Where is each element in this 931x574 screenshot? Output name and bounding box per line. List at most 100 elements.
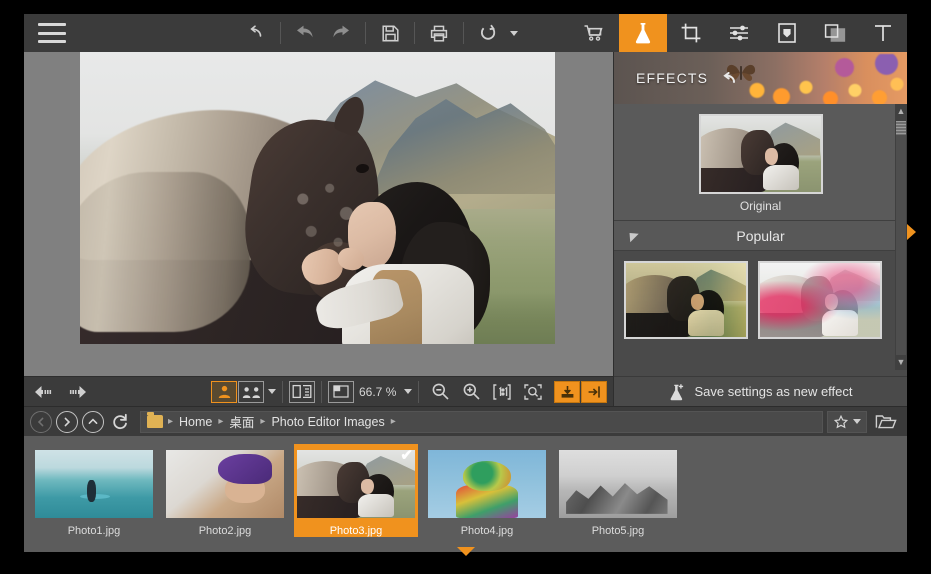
thumbnail-label: Photo4.jpg — [461, 525, 514, 537]
breadcrumb-separator: ▸ — [260, 416, 265, 427]
breadcrumb-separator-trailing: ▸ — [391, 416, 396, 427]
thumbnail-label: Photo2.jpg — [199, 525, 252, 537]
print-icon[interactable] — [422, 18, 456, 48]
original-thumbnail[interactable] — [699, 114, 823, 194]
breadcrumb-item-desktop[interactable]: 桌面 — [226, 412, 257, 431]
effects-scroll-area[interactable]: Original Popular — [614, 104, 907, 376]
tool-overlay[interactable] — [811, 14, 859, 52]
toolbar-divider — [463, 22, 464, 44]
main-photo — [80, 52, 555, 344]
breadcrumb-bar: ▸ Home ▸ 桌面 ▸ Photo Editor Images ▸ — [24, 406, 907, 436]
scrollbar-track[interactable] — [896, 135, 906, 355]
filmstrip: Photo1.jpg Photo2.jpg ✔ Photo3.jpg P — [24, 436, 907, 552]
section-title: Popular — [736, 228, 784, 244]
up-button[interactable] — [82, 411, 104, 433]
scrollbar-thumb[interactable] — [896, 121, 906, 135]
zoom-out-icon[interactable] — [425, 380, 455, 404]
undo-icon[interactable] — [288, 18, 322, 48]
canvas-toolbar: 66.7 % — [24, 376, 613, 406]
filmstrip-collapse-handle[interactable] — [457, 547, 475, 556]
toolbar-divider — [414, 22, 415, 44]
top-toolbar — [24, 14, 907, 52]
thumbnail-image — [166, 450, 284, 518]
canvas-divider — [418, 381, 419, 403]
thumbnail-image — [428, 450, 546, 518]
photo-horse-mane-lower — [80, 172, 250, 332]
toolbar-divider — [280, 22, 281, 44]
folder-icon — [147, 415, 163, 428]
breadcrumb-item-photo-editor-images[interactable]: Photo Editor Images — [268, 415, 387, 429]
toolbar-divider — [365, 22, 366, 44]
prev-image-button[interactable] — [30, 380, 60, 404]
refresh-button[interactable] — [108, 411, 132, 433]
tool-crop[interactable] — [667, 14, 715, 52]
single-view-button[interactable] — [211, 381, 237, 403]
photo-editor-window: 66.7 % — [24, 14, 907, 552]
thumbnail-image — [559, 450, 677, 518]
rotate-dropdown-caret[interactable] — [510, 31, 518, 36]
scroll-up-arrow-icon[interactable]: ▲ — [897, 104, 906, 119]
save-disk-icon[interactable] — [373, 18, 407, 48]
list-item-selected[interactable]: ✔ Photo3.jpg — [294, 444, 418, 537]
tool-effects[interactable] — [619, 14, 667, 52]
favorites-button[interactable] — [827, 411, 867, 433]
list-item[interactable]: Photo4.jpg — [425, 444, 549, 537]
effects-panel-header: EFFECTS — [614, 52, 907, 104]
save-image-button[interactable] — [554, 381, 580, 403]
section-collapse-icon[interactable] — [625, 229, 638, 242]
selected-check-icon: ✔ — [400, 446, 413, 464]
list-item[interactable]: Photo5.jpg — [556, 444, 680, 537]
compare-view-button[interactable] — [238, 381, 264, 403]
effects-section-popular[interactable]: Popular — [614, 221, 907, 251]
next-image-button[interactable] — [61, 380, 91, 404]
export-image-button[interactable] — [581, 381, 607, 403]
thumbnail-image — [35, 450, 153, 518]
reset-icon[interactable] — [239, 18, 273, 48]
actual-size-icon[interactable] — [487, 380, 517, 404]
canvas-divider — [321, 381, 322, 403]
effect-overlay-teal — [626, 263, 746, 337]
original-effect-group: Original — [614, 104, 907, 221]
tool-frame[interactable] — [763, 14, 811, 52]
open-folder-button[interactable] — [871, 411, 901, 433]
thumbnail-label: Photo1.jpg — [68, 525, 121, 537]
original-thumbnail-art — [701, 116, 821, 192]
reset-effects-icon[interactable] — [721, 72, 737, 86]
forward-button[interactable] — [56, 411, 78, 433]
breadcrumb-path[interactable]: ▸ Home ▸ 桌面 ▸ Photo Editor Images ▸ — [140, 411, 823, 433]
redo-icon[interactable] — [324, 18, 358, 48]
save-settings-as-new-effect-button[interactable]: Save settings as new effect — [614, 376, 907, 406]
shopping-cart-icon[interactable] — [569, 14, 619, 52]
fit-to-screen-icon[interactable] — [518, 380, 548, 404]
decorative-flowers — [736, 54, 907, 104]
scroll-down-arrow-icon[interactable]: ▼ — [897, 355, 906, 370]
tool-text[interactable] — [859, 14, 907, 52]
star-icon — [834, 415, 848, 429]
split-view-button[interactable] — [289, 381, 315, 403]
toolbar-center-group — [188, 14, 569, 52]
effect-thumbnail-bright-splash[interactable] — [758, 261, 882, 339]
zoom-dropdown-caret[interactable] — [404, 389, 412, 394]
breadcrumb-item-home[interactable]: Home — [176, 415, 215, 429]
back-button[interactable] — [30, 411, 52, 433]
zoom-level-icon — [328, 381, 354, 403]
effects-panel-title: EFFECTS — [614, 70, 737, 86]
save-settings-label: Save settings as new effect — [694, 384, 852, 399]
effects-panel-scrollbar[interactable]: ▲ ▼ — [895, 104, 907, 370]
tool-adjust[interactable] — [715, 14, 763, 52]
panel-collapse-handle[interactable] — [907, 224, 916, 240]
favorites-dropdown-caret[interactable] — [853, 419, 861, 424]
canvas-divider — [282, 381, 283, 403]
zoom-in-icon[interactable] — [456, 380, 486, 404]
thumbnail-label: Photo5.jpg — [592, 525, 645, 537]
effects-panel: EFFECTS — [613, 52, 907, 406]
list-item[interactable]: Photo2.jpg — [163, 444, 287, 537]
hamburger-menu-icon[interactable] — [38, 23, 66, 43]
image-canvas[interactable] — [24, 52, 613, 376]
effect-overlay-pink — [760, 263, 880, 337]
effect-thumbnail-warm-posterize[interactable] — [624, 261, 748, 339]
open-folder-icon — [875, 413, 897, 430]
list-item[interactable]: Photo1.jpg — [32, 444, 156, 537]
rotate-icon[interactable] — [471, 18, 505, 48]
view-mode-dropdown-caret[interactable] — [268, 389, 276, 394]
